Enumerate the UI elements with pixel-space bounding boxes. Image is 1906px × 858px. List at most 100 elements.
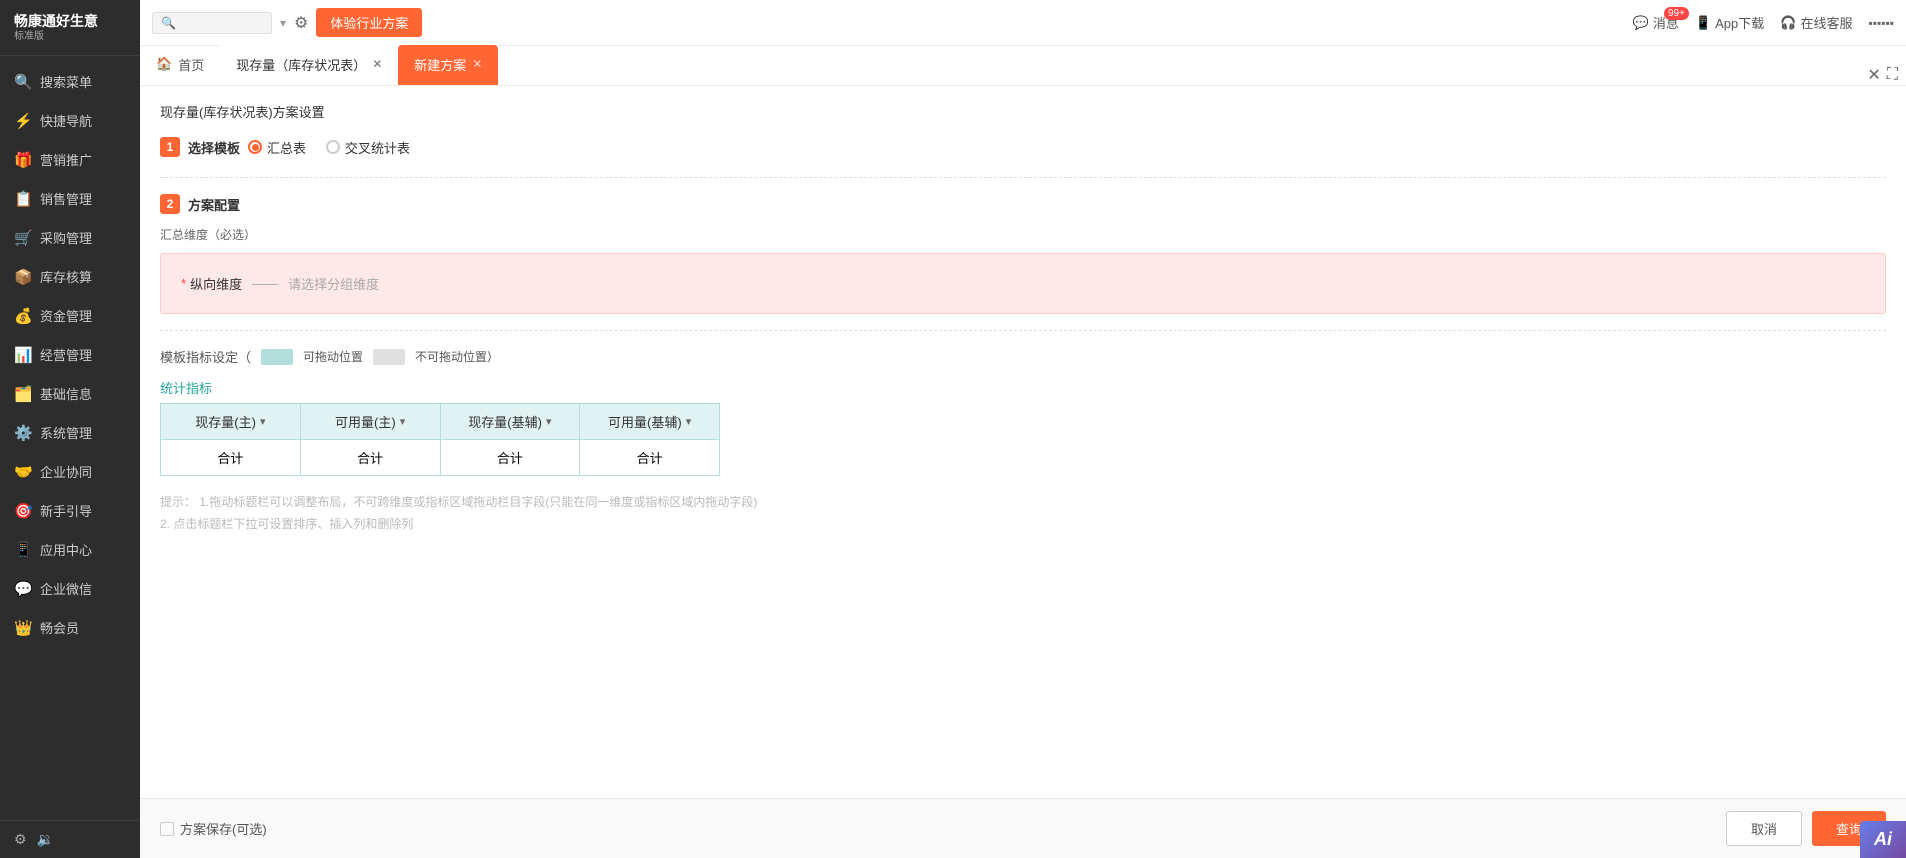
- money-icon: 💰: [14, 307, 32, 325]
- step1-num: 1: [160, 137, 180, 157]
- stats-col-stock-aux[interactable]: 现存量(基辅) ▾: [441, 404, 581, 439]
- app-version: 标准版: [14, 30, 126, 43]
- col-available-main-chevron[interactable]: ▾: [400, 415, 406, 428]
- save-checkbox[interactable]: [160, 822, 174, 836]
- topbar: 🔍 ▾ ⚙ 体验行业方案 💬 消息 99+ 📱 App下载 🎧 在线客服 ▪▪▪…: [140, 0, 1906, 46]
- radio-cross-label: 交叉统计表: [345, 138, 410, 157]
- tab-home-label: 首页: [178, 55, 204, 74]
- tab-new-plan[interactable]: 新建方案 ✕: [398, 45, 498, 85]
- messages-badge: 99+: [1664, 7, 1689, 20]
- indicator-setting: 模板指标设定（ 可拖动位置 不可拖动位置）: [160, 347, 1886, 366]
- tip-title-text: 提示：: [160, 495, 196, 509]
- messages-btn[interactable]: 💬 消息 99+: [1633, 13, 1679, 32]
- topbar-gear-icon[interactable]: ⚙: [294, 13, 308, 33]
- trial-button[interactable]: 体验行业方案: [316, 8, 422, 37]
- panel-expand-icon[interactable]: ⛶: [1887, 66, 1898, 84]
- sidebar-item-newbie[interactable]: 🎯 新手引导: [0, 491, 140, 530]
- radio-cross[interactable]: 交叉统计表: [326, 138, 410, 157]
- available-aux-sub: 合计: [637, 448, 663, 467]
- sidebar-logo: 畅康通好生意 标准版: [0, 0, 140, 56]
- volume-icon[interactable]: 🔉: [37, 831, 54, 848]
- stats-col-available-main[interactable]: 可用量(主) ▾: [301, 404, 441, 439]
- tab-inventory-status[interactable]: 现存量（库存状况表） ✕: [220, 45, 398, 85]
- stock-aux-sub: 合计: [497, 448, 523, 467]
- radio-summary[interactable]: 汇总表: [248, 138, 306, 157]
- app-download-btn[interactable]: 📱 App下载: [1695, 13, 1764, 32]
- col-stock-aux-chevron[interactable]: ▾: [546, 415, 552, 428]
- dim-placeholder[interactable]: 请选择分组维度: [288, 274, 379, 293]
- stats-col-stock-main[interactable]: 现存量(主) ▾: [161, 404, 301, 439]
- sidebar-item-wechat[interactable]: 💬 企业微信: [0, 569, 140, 608]
- app-name: 畅康通好生意: [14, 12, 126, 30]
- sidebar-item-search[interactable]: 🔍 搜索菜单: [0, 62, 140, 101]
- radio-summary-dot: [252, 144, 259, 151]
- phone-icon: 📱: [1695, 15, 1711, 31]
- settings-icon[interactable]: ⚙: [14, 831, 27, 848]
- tip-1: 1.拖动标题栏可以调整布局，不可跨维度或指标区域拖动栏目字段(只能在同一维度或指…: [199, 495, 757, 509]
- box-icon: 📦: [14, 268, 32, 286]
- summary-dim-label: 汇总维度（必选）: [160, 226, 1886, 243]
- topbar-search[interactable]: 🔍: [152, 12, 272, 34]
- dash: ——: [252, 276, 278, 291]
- stats-header-row: 现存量(主) ▾ 可用量(主) ▾ 现存量(基辅) ▾: [161, 404, 719, 439]
- tab-home[interactable]: 🏠 首页: [140, 45, 220, 85]
- stats-body-row: 合计 合计 合计 合计: [161, 439, 719, 475]
- sidebar-item-inventory[interactable]: 📦 库存核算: [0, 257, 140, 296]
- sidebar-item-label: 企业微信: [40, 579, 92, 598]
- col-available-aux-chevron[interactable]: ▾: [686, 415, 692, 428]
- movable-badge: [261, 349, 293, 365]
- stats-table: 现存量(主) ▾ 可用量(主) ▾ 现存量(基辅) ▾: [160, 403, 720, 476]
- ai-badge[interactable]: Ai: [1860, 821, 1906, 858]
- sidebar-item-sales[interactable]: 📋 销售管理: [0, 179, 140, 218]
- crown-icon: 👑: [14, 619, 32, 637]
- service-label: 在线客服: [1800, 13, 1852, 32]
- content-wrapper: 现存量(库存状况表)方案设置 1 选择模板 汇总表: [140, 86, 1906, 798]
- sidebar-item-label: 采购管理: [40, 228, 92, 247]
- stats-cell-available-aux-sub: 合计: [580, 440, 719, 475]
- main-area: 🔍 ▾ ⚙ 体验行业方案 💬 消息 99+ 📱 App下载 🎧 在线客服 ▪▪▪…: [140, 0, 1906, 858]
- sidebar: 畅康通好生意 标准版 🔍 搜索菜单 ⚡ 快捷导航 🎁 营销推广 📋 销售管理 🛒…: [0, 0, 140, 858]
- sidebar-item-app-center[interactable]: 📱 应用中心: [0, 530, 140, 569]
- col-available-aux-label: 可用量(基辅): [608, 412, 682, 431]
- panel-close-icon[interactable]: ✕: [1867, 65, 1880, 85]
- tab-inventory-close[interactable]: ✕: [372, 57, 382, 71]
- sidebar-item-purchase[interactable]: 🛒 采购管理: [0, 218, 140, 257]
- sidebar-item-basic[interactable]: 🗂️ 基础信息: [0, 374, 140, 413]
- sidebar-item-label: 快捷导航: [40, 111, 92, 130]
- topbar-dropdown[interactable]: ▾: [280, 16, 286, 30]
- sidebar-item-finance[interactable]: 💰 资金管理: [0, 296, 140, 335]
- pink-dim-area: * 纵向维度 —— 请选择分组维度: [160, 253, 1886, 314]
- sidebar-item-quick-nav[interactable]: ⚡ 快捷导航: [0, 101, 140, 140]
- radio-summary-circle: [248, 140, 262, 154]
- online-service-btn[interactable]: 🎧 在线客服: [1780, 13, 1852, 32]
- sidebar-item-cooperation[interactable]: 🤝 企业协同: [0, 452, 140, 491]
- sidebar-item-label: 库存核算: [40, 267, 92, 286]
- sidebar-item-label: 经营管理: [40, 345, 92, 364]
- app-download-label: App下载: [1715, 13, 1764, 32]
- chart-icon: 📊: [14, 346, 32, 364]
- sidebar-item-marketing[interactable]: 🎁 营销推广: [0, 140, 140, 179]
- user-info[interactable]: ▪▪▪▪▪▪: [1868, 16, 1894, 30]
- sidebar-footer[interactable]: ⚙ 🔉: [0, 820, 140, 858]
- target-icon: 🎯: [14, 502, 32, 520]
- radio-summary-label: 汇总表: [267, 138, 306, 157]
- home-icon: 🏠: [156, 56, 172, 72]
- lightning-icon: ⚡: [14, 112, 32, 130]
- sidebar-item-member[interactable]: 👑 畅会员: [0, 608, 140, 647]
- stats-col-available-aux[interactable]: 可用量(基辅) ▾: [580, 404, 719, 439]
- sidebar-item-ops[interactable]: 📊 经营管理: [0, 335, 140, 374]
- stats-title: 统计指标: [160, 378, 1886, 397]
- cancel-button[interactable]: 取消: [1726, 811, 1802, 846]
- divider2: [160, 330, 1886, 331]
- col-stock-main-chevron[interactable]: ▾: [260, 415, 266, 428]
- save-option[interactable]: 方案保存(可选): [160, 819, 267, 838]
- col-available-main-label: 可用量(主): [335, 412, 396, 431]
- step1-header: 1 选择模板 汇总表 交叉统计表: [160, 137, 1886, 157]
- stats-cell-stock-main-sub: 合计: [161, 440, 301, 475]
- col-stock-aux-label: 现存量(基辅): [468, 412, 542, 431]
- sidebar-item-system[interactable]: ⚙️ 系统管理: [0, 413, 140, 452]
- message-icon: 💬: [1633, 15, 1649, 31]
- tab-new-plan-label: 新建方案: [414, 55, 466, 74]
- tab-new-plan-close[interactable]: ✕: [472, 57, 482, 71]
- search-icon: 🔍: [161, 16, 176, 30]
